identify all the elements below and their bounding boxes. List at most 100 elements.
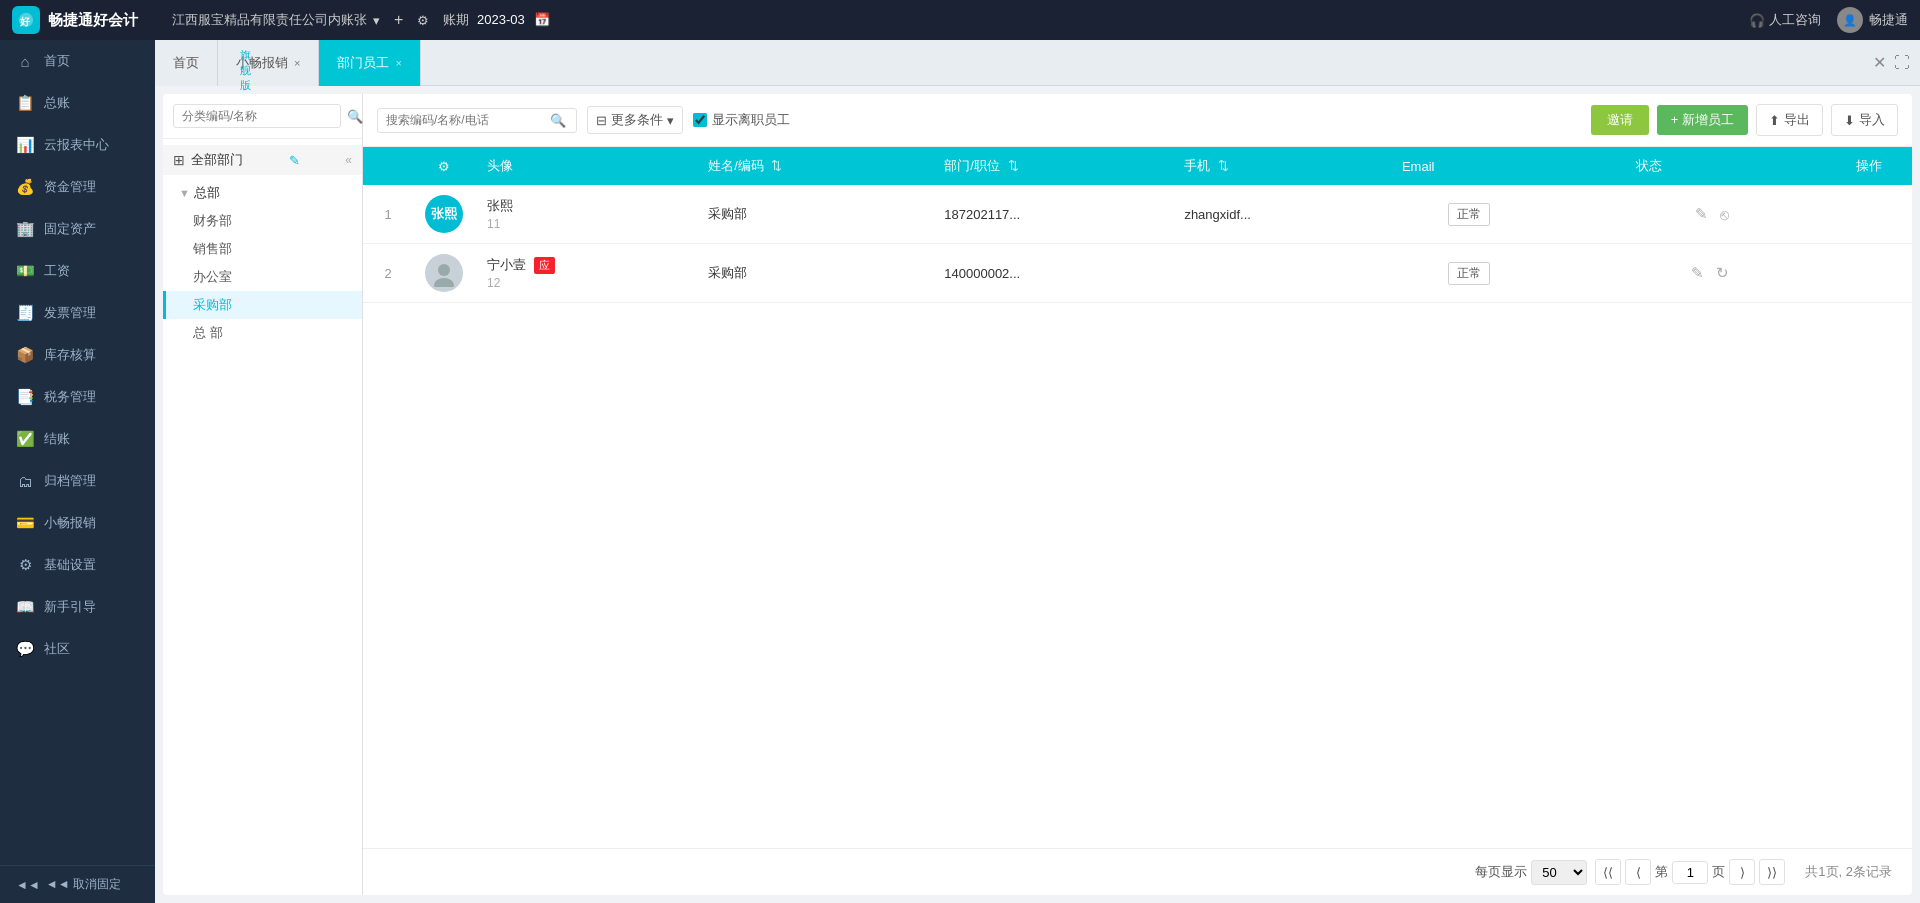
user-menu[interactable]: 👤 畅捷通 xyxy=(1837,7,1908,33)
tab-department-close[interactable]: × xyxy=(395,57,401,69)
sidebar-item-reports[interactable]: 📊 云报表中心 xyxy=(0,124,155,166)
logout-icon-1[interactable]: ⎋ xyxy=(1720,206,1729,223)
company-dropdown-icon[interactable]: ▾ xyxy=(373,13,380,28)
dept-search-input[interactable] xyxy=(173,104,341,128)
filter-button[interactable]: ⊟ 更多条件 ▾ xyxy=(587,106,683,134)
dept-item-headquarters[interactable]: 总 部 xyxy=(163,319,362,347)
col-phone[interactable]: 手机 ⇅ xyxy=(1172,147,1390,185)
filter-icon: ⊟ xyxy=(596,113,607,128)
tab-department[interactable]: 部门员工 × xyxy=(319,40,420,86)
show-resigned-checkbox[interactable]: 显示离职员工 xyxy=(693,111,790,129)
next-page-button[interactable]: ⟩ xyxy=(1729,859,1755,885)
add-icon[interactable]: + xyxy=(394,11,403,29)
sidebar-item-invoice[interactable]: 🧾 发票管理 xyxy=(0,292,155,334)
tabs-right-actions: ✕ ⛶ xyxy=(1873,53,1920,72)
refresh-icon-2[interactable]: ↻ xyxy=(1716,264,1729,282)
headset-icon: 🎧 xyxy=(1749,13,1765,28)
sidebar-item-home[interactable]: ⌂ 首页 xyxy=(0,40,155,82)
settings-topbar-icon[interactable]: ⚙ xyxy=(417,13,429,28)
dept-item-office[interactable]: 办公室 xyxy=(163,263,362,291)
all-dept-item[interactable]: ⊞ 全部部门 ✎ « xyxy=(163,145,362,175)
sidebar-item-assets[interactable]: 🏢 固定资产 xyxy=(0,208,155,250)
service-button[interactable]: 🎧 人工咨询 xyxy=(1749,11,1821,29)
action-icons-1: ✎ ⎋ xyxy=(1561,205,1729,223)
col-avatar: 头像 xyxy=(475,147,696,185)
last-page-button[interactable]: ⟩⟩ xyxy=(1759,859,1785,885)
dept-item-sales[interactable]: 销售部 xyxy=(163,235,362,263)
tab-home[interactable]: 首页 xyxy=(155,40,218,86)
dept-item-purchase[interactable]: 采购部 xyxy=(163,291,362,319)
sidebar-item-salary[interactable]: 💵 工资 xyxy=(0,250,155,292)
dept-group-name-total[interactable]: ▼ 总部 xyxy=(163,179,362,207)
col-name[interactable]: 姓名/编码 ⇅ xyxy=(696,147,932,185)
table-header-row: ⚙ 头像 姓名/编码 ⇅ 部门/职位 ⇅ xyxy=(363,147,1912,185)
employee-name-1: 张熙 xyxy=(487,197,684,215)
sidebar-item-community[interactable]: 💬 社区 xyxy=(0,628,155,670)
unpin-icon: ◄◄ xyxy=(16,878,40,892)
sidebar-item-archive[interactable]: 🗂 归档管理 xyxy=(0,460,155,502)
page-size-dropdown[interactable]: 50 100 200 xyxy=(1531,860,1587,885)
page-size-select: 每页显示 50 100 200 xyxy=(1475,860,1587,885)
dept-group-label: 总部 xyxy=(194,184,220,202)
row-status-1: 正常 xyxy=(1390,185,1549,244)
sidebar-item-ledger[interactable]: 📋 总账 xyxy=(0,82,155,124)
invite-button[interactable]: 邀请 xyxy=(1591,105,1649,135)
prev-page-button[interactable]: ⟨ xyxy=(1625,859,1651,885)
export-button[interactable]: ⬆ 导出 xyxy=(1756,104,1823,136)
calendar-icon[interactable]: 📅 xyxy=(534,12,550,27)
page-content: 🔍 ⊞ 全部部门 ✎ « ▼ 总部 财 xyxy=(163,94,1912,895)
topbar-right: 🎧 人工咨询 👤 畅捷通 xyxy=(1749,7,1908,33)
row-avatar-1: 张熙 xyxy=(413,185,475,244)
archive-icon: 🗂 xyxy=(16,473,34,490)
edit-icon-2[interactable]: ✎ xyxy=(1691,264,1704,282)
avatar: 👤 xyxy=(1837,7,1863,33)
add-employee-button[interactable]: + 新增员工 xyxy=(1657,105,1748,135)
current-page-input[interactable] xyxy=(1672,861,1708,884)
row-email-2 xyxy=(1172,244,1390,303)
tab-expense-close[interactable]: × xyxy=(294,57,300,69)
sidebar-label-inventory: 库存核算 xyxy=(44,346,96,364)
show-resigned-input[interactable] xyxy=(693,113,707,127)
sidebar-label-assets: 固定资产 xyxy=(44,220,96,238)
sidebar-item-tax[interactable]: 📑 税务管理 xyxy=(0,376,155,418)
row-name-cell-2: 宁小壹 应 12 xyxy=(475,244,696,303)
avatar-circle-2 xyxy=(425,254,463,292)
sidebar-label-funds: 资金管理 xyxy=(44,178,96,196)
expand-icon[interactable]: ⛶ xyxy=(1894,54,1910,72)
sidebar-label-basic-settings: 基础设置 xyxy=(44,556,96,574)
row-actions-2: ✎ ↻ xyxy=(1549,244,1749,303)
sidebar-item-basic-settings[interactable]: ⚙ 基础设置 xyxy=(0,544,155,586)
col-dept[interactable]: 部门/职位 ⇅ xyxy=(932,147,1172,185)
pagination: 每页显示 50 100 200 ⟨⟨ ⟨ 第 页 ⟩ xyxy=(363,848,1912,895)
dept-item-finance[interactable]: 财务部 xyxy=(163,207,362,235)
tab-expense[interactable]: 小畅报销 × xyxy=(218,40,319,86)
community-icon: 💬 xyxy=(16,640,34,658)
dept-search-icon[interactable]: 🔍 xyxy=(347,109,363,124)
first-page-button[interactable]: ⟨⟨ xyxy=(1595,859,1621,885)
closing-icon: ✅ xyxy=(16,430,34,448)
status-badge-1: 正常 xyxy=(1448,203,1490,226)
dept-tree: ⊞ 全部部门 ✎ « ▼ 总部 财务部 销 xyxy=(163,139,362,895)
sidebar-item-guide[interactable]: 📖 新手引导 xyxy=(0,586,155,628)
dept-edit-icon[interactable]: ✎ xyxy=(289,153,300,168)
export-icon: ⬆ xyxy=(1769,113,1780,128)
row-no-1: 1 xyxy=(363,185,413,244)
sidebar-label-ledger: 总账 xyxy=(44,94,70,112)
close-window-icon[interactable]: ✕ xyxy=(1873,53,1886,72)
sidebar-label-invoice: 发票管理 xyxy=(44,304,96,322)
row-phone-2: 140000002... xyxy=(932,244,1172,303)
import-button[interactable]: ⬇ 导入 xyxy=(1831,104,1898,136)
assets-icon: 🏢 xyxy=(16,220,34,238)
employee-search-input[interactable] xyxy=(386,113,546,127)
sidebar-item-inventory[interactable]: 📦 库存核算 xyxy=(0,334,155,376)
edit-icon-1[interactable]: ✎ xyxy=(1695,205,1708,223)
table-row: 2 宁小壹 应 xyxy=(363,244,1912,303)
dept-collapse-icon[interactable]: « xyxy=(345,153,352,167)
unpin-sidebar-button[interactable]: ◄◄ ◄◄ 取消固定 xyxy=(0,865,155,903)
sidebar-item-closing[interactable]: ✅ 结账 xyxy=(0,418,155,460)
sidebar-item-funds[interactable]: 💰 资金管理 xyxy=(0,166,155,208)
employee-search-icon[interactable]: 🔍 xyxy=(550,113,566,128)
employee-table-container: ⚙ 头像 姓名/编码 ⇅ 部门/职位 ⇅ xyxy=(363,147,1912,848)
col-settings[interactable]: ⚙ xyxy=(413,147,475,185)
sidebar-item-expense[interactable]: 💳 小畅报销 xyxy=(0,502,155,544)
